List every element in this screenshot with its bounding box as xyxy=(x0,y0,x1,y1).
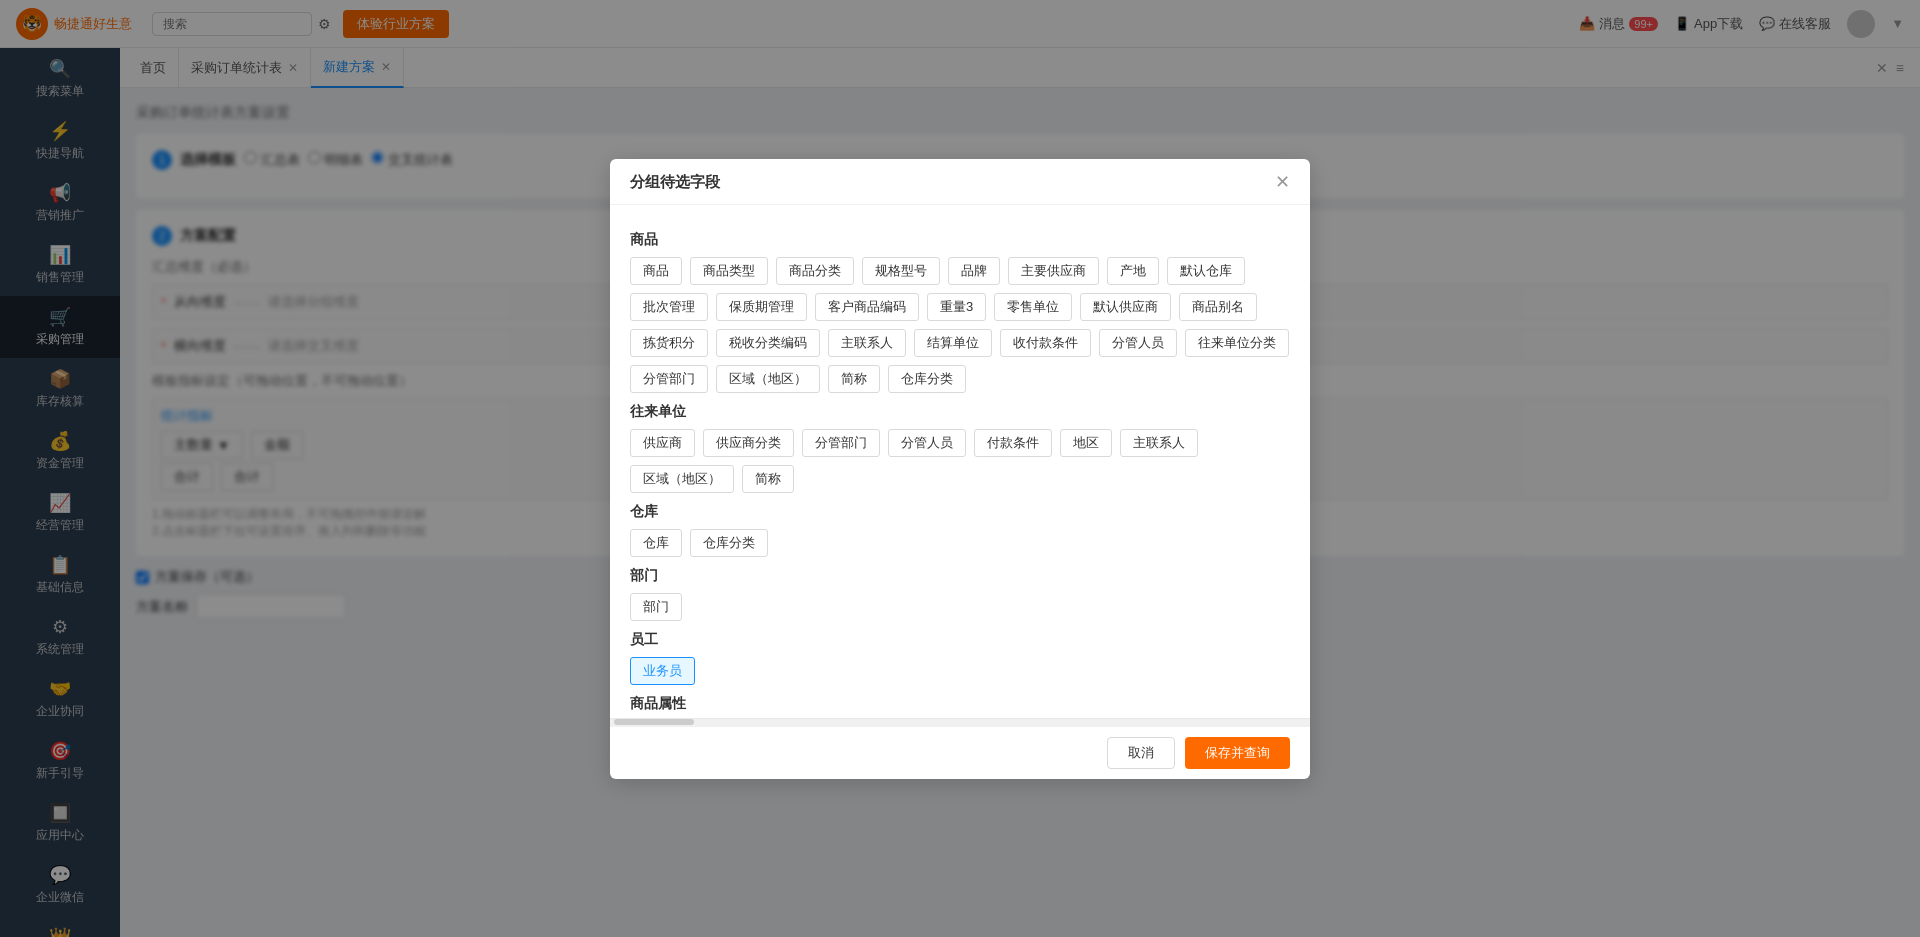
modal-hscroll xyxy=(610,718,1310,725)
section-tags-2: 仓库仓库分类 xyxy=(630,529,1290,557)
cancel-button[interactable]: 取消 xyxy=(1107,737,1175,769)
field-tag-0-3[interactable]: 规格型号 xyxy=(862,257,940,285)
field-tag-0-8[interactable]: 批次管理 xyxy=(630,293,708,321)
field-tag-3-0[interactable]: 部门 xyxy=(630,593,682,621)
field-tag-2-0[interactable]: 仓库 xyxy=(630,529,682,557)
section-title-0: 商品 xyxy=(630,231,1290,249)
field-tag-0-14[interactable]: 商品别名 xyxy=(1179,293,1257,321)
field-tag-1-7[interactable]: 区域（地区） xyxy=(630,465,734,493)
field-tag-0-2[interactable]: 商品分类 xyxy=(776,257,854,285)
section-tags-3: 部门 xyxy=(630,593,1290,621)
hscroll-thumb xyxy=(614,719,694,725)
modal: 分组待选字段 ✕ 商品商品商品类型商品分类规格型号品牌主要供应商产地默认仓库批次… xyxy=(610,159,1310,779)
field-tag-0-19[interactable]: 收付款条件 xyxy=(1000,329,1091,357)
section-title-1: 往来单位 xyxy=(630,403,1290,421)
field-tag-1-0[interactable]: 供应商 xyxy=(630,429,695,457)
modal-body: 商品商品商品类型商品分类规格型号品牌主要供应商产地默认仓库批次管理保质期管理客户… xyxy=(610,205,1310,719)
field-tag-0-25[interactable]: 仓库分类 xyxy=(888,365,966,393)
section-tags-0: 商品商品类型商品分类规格型号品牌主要供应商产地默认仓库批次管理保质期管理客户商品… xyxy=(630,257,1290,393)
modal-header: 分组待选字段 ✕ xyxy=(610,159,1310,205)
field-tag-0-13[interactable]: 默认供应商 xyxy=(1080,293,1171,321)
field-tag-0-20[interactable]: 分管人员 xyxy=(1099,329,1177,357)
field-tag-0-0[interactable]: 商品 xyxy=(630,257,682,285)
field-tag-0-22[interactable]: 分管部门 xyxy=(630,365,708,393)
field-tag-0-17[interactable]: 主联系人 xyxy=(828,329,906,357)
field-tag-0-6[interactable]: 产地 xyxy=(1107,257,1159,285)
modal-close-icon[interactable]: ✕ xyxy=(1275,173,1290,191)
section-title-5: 商品属性 xyxy=(630,695,1290,713)
field-tag-0-12[interactable]: 零售单位 xyxy=(994,293,1072,321)
field-tag-0-16[interactable]: 税收分类编码 xyxy=(716,329,820,357)
modal-footer: 取消 保存并查询 xyxy=(610,726,1310,779)
field-tag-1-4[interactable]: 付款条件 xyxy=(974,429,1052,457)
section-title-3: 部门 xyxy=(630,567,1290,585)
field-tag-0-1[interactable]: 商品类型 xyxy=(690,257,768,285)
field-tag-0-18[interactable]: 结算单位 xyxy=(914,329,992,357)
field-tag-0-9[interactable]: 保质期管理 xyxy=(716,293,807,321)
section-tags-4: 业务员 xyxy=(630,657,1290,685)
field-tag-0-24[interactable]: 简称 xyxy=(828,365,880,393)
field-tag-0-10[interactable]: 客户商品编码 xyxy=(815,293,919,321)
field-tag-1-3[interactable]: 分管人员 xyxy=(888,429,966,457)
field-tag-2-1[interactable]: 仓库分类 xyxy=(690,529,768,557)
section-tags-1: 供应商供应商分类分管部门分管人员付款条件地区主联系人区域（地区） 简称 xyxy=(630,429,1290,493)
field-tag-0-7[interactable]: 默认仓库 xyxy=(1167,257,1245,285)
field-tag-1-1[interactable]: 供应商分类 xyxy=(703,429,794,457)
field-tag-4-0[interactable]: 业务员 xyxy=(630,657,695,685)
confirm-button[interactable]: 保存并查询 xyxy=(1185,737,1290,769)
field-tag-0-23[interactable]: 区域（地区） xyxy=(716,365,820,393)
modal-overlay: 分组待选字段 ✕ 商品商品商品类型商品分类规格型号品牌主要供应商产地默认仓库批次… xyxy=(0,0,1920,937)
field-tag-1-8[interactable]: 简称 xyxy=(742,465,794,493)
field-tag-0-4[interactable]: 品牌 xyxy=(948,257,1000,285)
field-tag-0-11[interactable]: 重量3 xyxy=(927,293,986,321)
section-title-4: 员工 xyxy=(630,631,1290,649)
field-tag-1-6[interactable]: 主联系人 xyxy=(1120,429,1198,457)
field-tag-0-5[interactable]: 主要供应商 xyxy=(1008,257,1099,285)
field-tag-0-21[interactable]: 往来单位分类 xyxy=(1185,329,1289,357)
field-tag-1-2[interactable]: 分管部门 xyxy=(802,429,880,457)
modal-title: 分组待选字段 xyxy=(630,173,720,192)
field-tag-0-15[interactable]: 拣货积分 xyxy=(630,329,708,357)
section-title-2: 仓库 xyxy=(630,503,1290,521)
field-tag-1-5[interactable]: 地区 xyxy=(1060,429,1112,457)
